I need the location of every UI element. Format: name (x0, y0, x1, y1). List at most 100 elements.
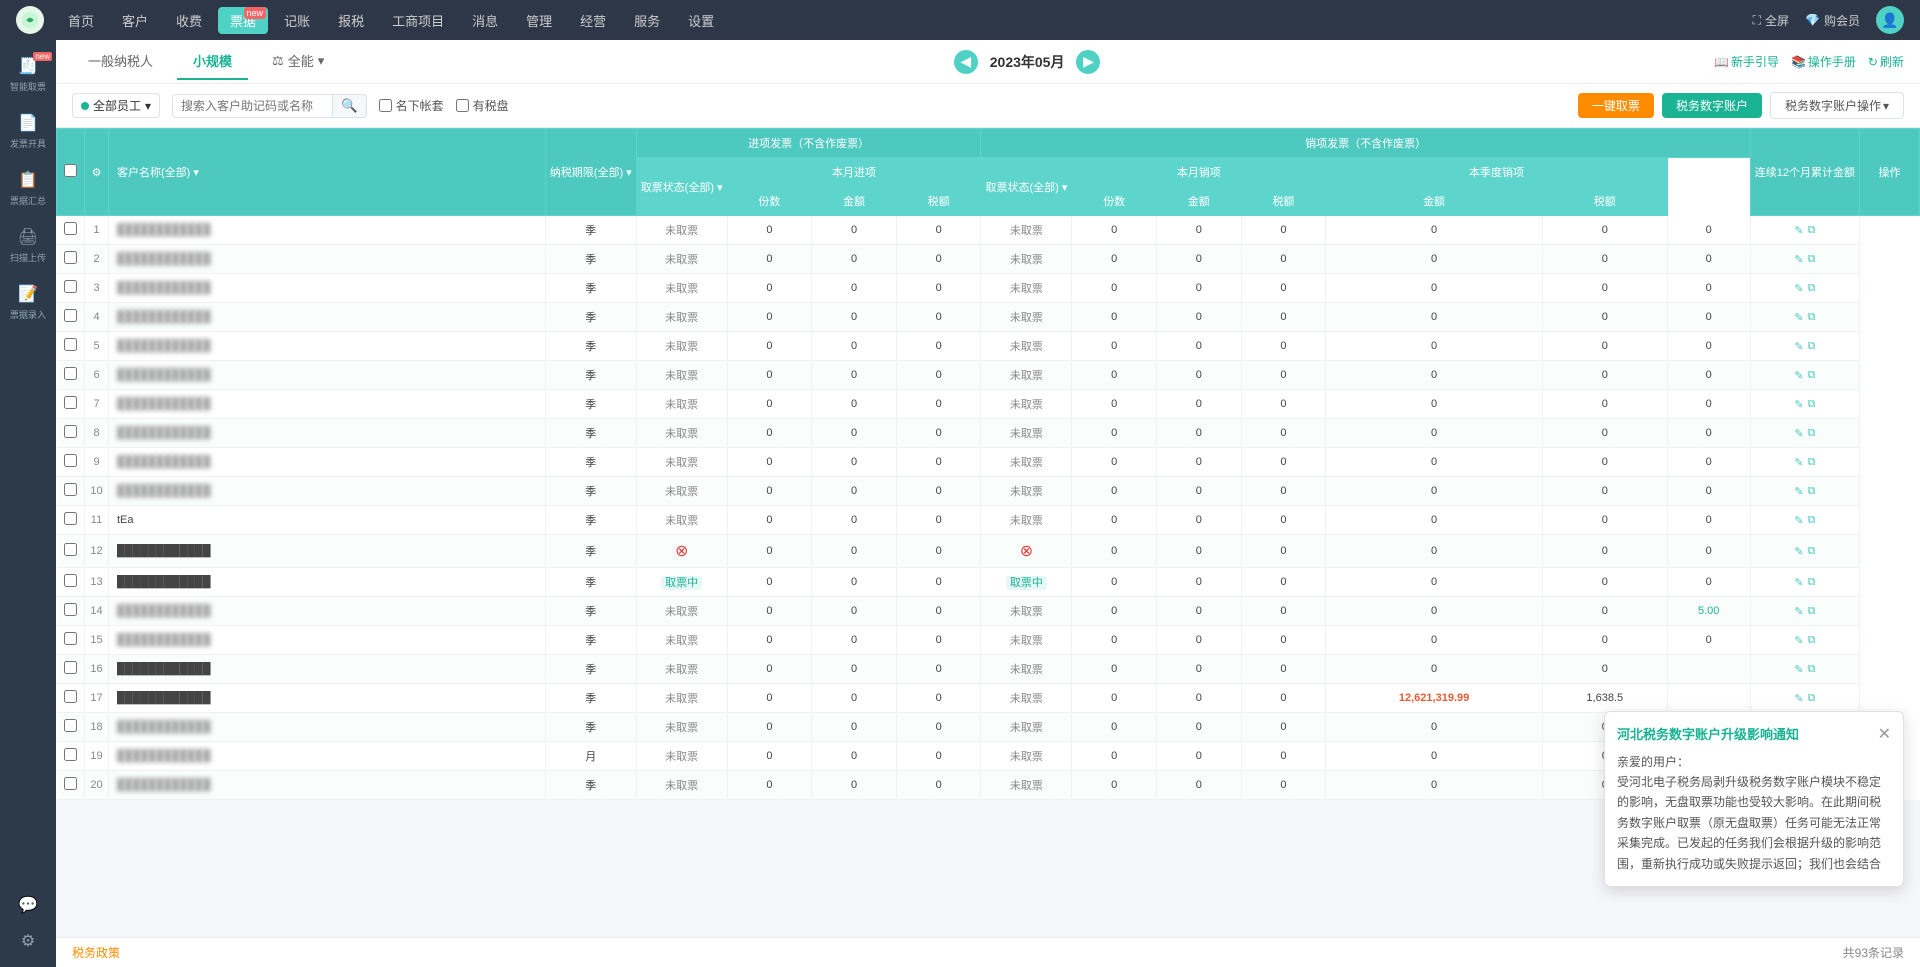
edit-icon[interactable]: ✎ (1794, 545, 1803, 558)
edit-icon[interactable]: ✎ (1794, 456, 1803, 469)
copy-icon[interactable]: ⧉ (1808, 456, 1816, 469)
row-checkbox[interactable] (64, 280, 77, 293)
row-checkbox[interactable] (64, 719, 77, 732)
row-checkbox[interactable] (64, 483, 77, 496)
edit-icon[interactable]: ✎ (1794, 427, 1803, 440)
tax-digital-ops-button[interactable]: 税务数字账户操作 ▾ (1770, 92, 1904, 119)
edit-icon[interactable]: ✎ (1794, 692, 1803, 705)
settings-icon[interactable]: ⚙ (92, 167, 102, 179)
nav-message[interactable]: 消息 (460, 7, 510, 34)
row-checkbox[interactable] (64, 748, 77, 761)
nav-accounting[interactable]: 记账 (272, 7, 322, 34)
copy-icon[interactable]: ⧉ (1808, 224, 1816, 237)
row-checkbox[interactable] (64, 425, 77, 438)
row-checkbox[interactable] (64, 661, 77, 674)
copy-icon[interactable]: ⧉ (1808, 253, 1816, 266)
row-checkbox[interactable] (64, 367, 77, 380)
edit-icon[interactable]: ✎ (1794, 369, 1803, 382)
tax-digital-button[interactable]: 税务数字账户 (1662, 93, 1762, 118)
copy-icon[interactable]: ⧉ (1808, 545, 1816, 558)
copy-icon[interactable]: ⧉ (1808, 576, 1816, 589)
nav-settings[interactable]: 设置 (676, 7, 726, 34)
copy-icon[interactable]: ⧉ (1808, 605, 1816, 618)
tax-policy-link[interactable]: 税务政策 (72, 944, 120, 961)
copy-icon[interactable]: ⧉ (1808, 311, 1816, 324)
copy-icon[interactable]: ⧉ (1808, 663, 1816, 676)
prev-month-button[interactable]: ◀ (954, 50, 978, 74)
edit-icon[interactable]: ✎ (1794, 485, 1803, 498)
tax-disk-checkbox-label[interactable]: 有税盘 (456, 97, 509, 114)
ledger-checkbox-label[interactable]: 名下帐套 (379, 97, 444, 114)
copy-icon[interactable]: ⧉ (1808, 427, 1816, 440)
sidebar-item-invoice-summary[interactable]: 📋 票据汇总 (0, 162, 56, 215)
select-all-checkbox[interactable] (64, 164, 77, 177)
th-outbound-status[interactable]: 取票状态(全部) ▾ (981, 158, 1072, 216)
row-checkbox[interactable] (64, 777, 77, 790)
row-checkbox[interactable] (64, 222, 77, 235)
tab-general-taxpayer[interactable]: 一般纳税人 (72, 43, 169, 80)
new-guide-link[interactable]: 📖 新手引导 (1714, 53, 1779, 70)
copy-icon[interactable]: ⧉ (1808, 340, 1816, 353)
nav-service[interactable]: 服务 (622, 7, 672, 34)
sidebar-item-message[interactable]: 💬 (14, 887, 42, 923)
tab-small-scale[interactable]: 小规模 (177, 43, 248, 80)
row-checkbox[interactable] (64, 512, 77, 525)
edit-icon[interactable]: ✎ (1794, 576, 1803, 589)
nav-fee[interactable]: 收费 (164, 7, 214, 34)
quick-ticket-button[interactable]: 一键取票 (1578, 93, 1654, 118)
th-tax-period[interactable]: 纳税期限(全部) ▾ (545, 129, 636, 216)
row-checkbox[interactable] (64, 309, 77, 322)
nav-tax[interactable]: 报税 (326, 7, 376, 34)
nav-operation[interactable]: 经营 (568, 7, 618, 34)
sidebar-item-setting[interactable]: ⚙ (14, 923, 42, 959)
search-input[interactable] (172, 94, 332, 118)
row-checkbox[interactable] (64, 251, 77, 264)
edit-icon[interactable]: ✎ (1794, 282, 1803, 295)
row-checkbox[interactable] (64, 543, 77, 556)
popup-close-button[interactable]: ✕ (1878, 724, 1891, 744)
edit-icon[interactable]: ✎ (1794, 224, 1803, 237)
edit-icon[interactable]: ✎ (1794, 398, 1803, 411)
nav-manage[interactable]: 管理 (514, 7, 564, 34)
edit-icon[interactable]: ✎ (1794, 605, 1803, 618)
edit-icon[interactable]: ✎ (1794, 634, 1803, 647)
search-button[interactable]: 🔍 (332, 94, 367, 118)
edit-icon[interactable]: ✎ (1794, 340, 1803, 353)
copy-icon[interactable]: ⧉ (1808, 369, 1816, 382)
copy-icon[interactable]: ⧉ (1808, 634, 1816, 647)
user-avatar[interactable]: 👤 (1876, 6, 1904, 34)
edit-icon[interactable]: ✎ (1794, 253, 1803, 266)
refresh-link[interactable]: ↻ 刷新 (1868, 53, 1904, 70)
copy-icon[interactable]: ⧉ (1808, 514, 1816, 527)
tax-disk-checkbox[interactable] (456, 99, 469, 112)
row-checkbox[interactable] (64, 574, 77, 587)
sidebar-item-ticket-entry[interactable]: 📝 票据录入 (0, 276, 56, 329)
th-client-name[interactable]: 客户名称(全部) ▾ (109, 129, 546, 216)
nav-ticket[interactable]: 票据 new (218, 7, 268, 34)
next-month-button[interactable]: ▶ (1076, 50, 1100, 74)
copy-icon[interactable]: ⧉ (1808, 485, 1816, 498)
copy-icon[interactable]: ⧉ (1808, 398, 1816, 411)
sidebar-item-scan-upload[interactable]: 🖨 扫描上传 (0, 219, 56, 272)
edit-icon[interactable]: ✎ (1794, 311, 1803, 324)
nav-business[interactable]: 工商项目 (380, 7, 456, 34)
sidebar-item-smart-ticket[interactable]: 🧾 智能取票 new (0, 48, 56, 101)
row-checkbox[interactable] (64, 690, 77, 703)
edit-icon[interactable]: ✎ (1794, 514, 1803, 527)
row-checkbox[interactable] (64, 603, 77, 616)
copy-icon[interactable]: ⧉ (1808, 282, 1816, 295)
row-checkbox[interactable] (64, 454, 77, 467)
row-checkbox[interactable] (64, 396, 77, 409)
nav-client[interactable]: 客户 (110, 7, 160, 34)
employee-select[interactable]: 全部员工 ▾ (72, 93, 160, 118)
fullscreen-button[interactable]: ⛶ 全屏 (1753, 12, 1789, 29)
nav-home[interactable]: 首页 (56, 7, 106, 34)
copy-icon[interactable]: ⧉ (1808, 692, 1816, 705)
row-checkbox[interactable] (64, 338, 77, 351)
member-button[interactable]: 💎 购会员 (1805, 12, 1860, 29)
tab-full-capability[interactable]: ⚖ 全能 ▾ (256, 43, 340, 80)
row-checkbox[interactable] (64, 632, 77, 645)
manual-link[interactable]: 📚 操作手册 (1791, 53, 1856, 70)
edit-icon[interactable]: ✎ (1794, 663, 1803, 676)
th-inbound-status[interactable]: 取票状态(全部) ▾ (636, 158, 727, 216)
